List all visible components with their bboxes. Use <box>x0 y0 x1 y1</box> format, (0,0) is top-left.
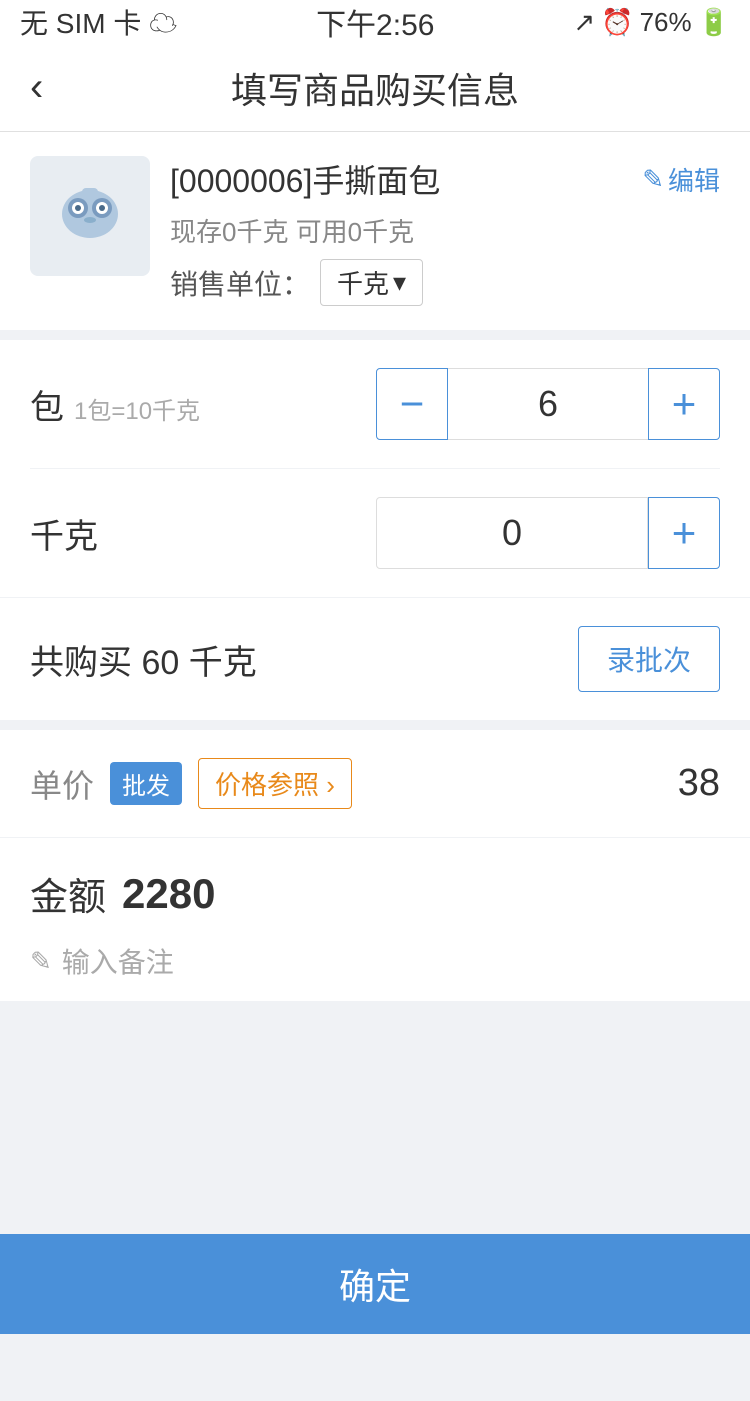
edit-label: 编辑 <box>668 161 720 198</box>
price-badge: 批发 <box>110 762 182 805</box>
status-right: ↗ ⏰ 76% 🔋 <box>573 7 730 38</box>
quantity-row-kg: 千克 + <box>30 469 720 597</box>
price-label: 单价 <box>30 761 94 807</box>
summary-section: 共购买 60 千克 录批次 <box>0 598 750 730</box>
amount-value: 2280 <box>122 870 215 918</box>
page-title: 填写商品购买信息 <box>231 62 519 114</box>
summary-value: 60 <box>141 644 179 682</box>
amount-section: 金额 2280 ✎ 输入备注 <box>0 838 750 1001</box>
location-icon: ↗ <box>573 7 595 38</box>
summary-unit: 千克 <box>189 644 257 682</box>
qty-minus-bag[interactable]: − <box>376 368 448 440</box>
qty-control-kg: + <box>376 497 720 569</box>
amount-label: 金额 <box>30 866 106 921</box>
status-bar: 无 SIM 卡 ☁ 下午2:56 ↗ ⏰ 76% 🔋 <box>0 0 750 44</box>
unit-value: 千克 <box>337 264 389 301</box>
unit-selector[interactable]: 千克 ▾ <box>320 259 423 306</box>
dropdown-icon: ▾ <box>393 267 406 298</box>
main-content <box>0 1001 750 1401</box>
qty-label-bag: 包 1包=10千克 <box>30 380 200 429</box>
back-button[interactable]: ‹ <box>30 65 43 110</box>
confirm-bar[interactable]: 确定 <box>0 1234 750 1334</box>
product-name: [0000006]手撕面包 <box>170 156 440 202</box>
status-time: 下午2:56 <box>316 0 434 44</box>
product-stock: 现存0千克 可用0千克 <box>170 212 720 249</box>
product-info: [0000006]手撕面包 ✎ 编辑 现存0千克 可用0千克 销售单位： 千克 … <box>170 156 720 306</box>
product-image <box>30 156 150 276</box>
qty-control-bag: − + <box>376 368 720 440</box>
qty-plus-bag[interactable]: + <box>648 368 720 440</box>
battery-icon: 🔋 <box>698 7 730 38</box>
qty-label-kg: 千克 <box>30 509 98 558</box>
qty-hint-bag: 1包=10千克 <box>74 391 200 426</box>
qty-plus-kg[interactable]: + <box>648 497 720 569</box>
sim-label: 无 SIM 卡 ☁ <box>20 2 177 42</box>
amount-row: 金额 2280 <box>30 866 720 921</box>
product-section: [0000006]手撕面包 ✎ 编辑 现存0千克 可用0千克 销售单位： 千克 … <box>0 132 750 340</box>
unit-label: 销售单位： <box>170 263 310 303</box>
confirm-button[interactable]: 确定 <box>339 1258 411 1310</box>
edit-button[interactable]: ✎ 编辑 <box>642 161 720 198</box>
nav-bar: ‹ 填写商品购买信息 <box>0 44 750 132</box>
pencil-icon: ✎ <box>30 946 52 977</box>
alarm-icon: ⏰ <box>601 7 633 38</box>
edit-icon: ✎ <box>642 164 664 195</box>
price-value: 38 <box>678 762 720 805</box>
product-logo <box>54 174 126 258</box>
price-ref-button[interactable]: 价格参照 › <box>198 758 352 809</box>
product-unit: 销售单位： 千克 ▾ <box>170 259 720 306</box>
qty-unit-kg: 千克 <box>30 509 98 558</box>
qty-input-kg[interactable] <box>376 497 648 569</box>
note-placeholder: 输入备注 <box>62 941 174 981</box>
summary-label: 共购买 <box>30 644 141 682</box>
note-row[interactable]: ✎ 输入备注 <box>30 941 720 981</box>
qty-input-bag[interactable] <box>448 368 648 440</box>
quantity-row-bag: 包 1包=10千克 − + <box>30 340 720 469</box>
battery-label: 76% <box>640 7 692 38</box>
quantity-section: 包 1包=10千克 − + 千克 + <box>0 340 750 598</box>
price-section: 单价 批发 价格参照 › 38 <box>0 730 750 838</box>
batch-button[interactable]: 录批次 <box>578 626 720 692</box>
status-left: 无 SIM 卡 ☁ <box>20 2 177 42</box>
summary-text: 共购买 60 千克 <box>30 635 257 684</box>
product-header: [0000006]手撕面包 ✎ 编辑 <box>170 156 720 202</box>
qty-unit-bag: 包 <box>30 380 64 429</box>
